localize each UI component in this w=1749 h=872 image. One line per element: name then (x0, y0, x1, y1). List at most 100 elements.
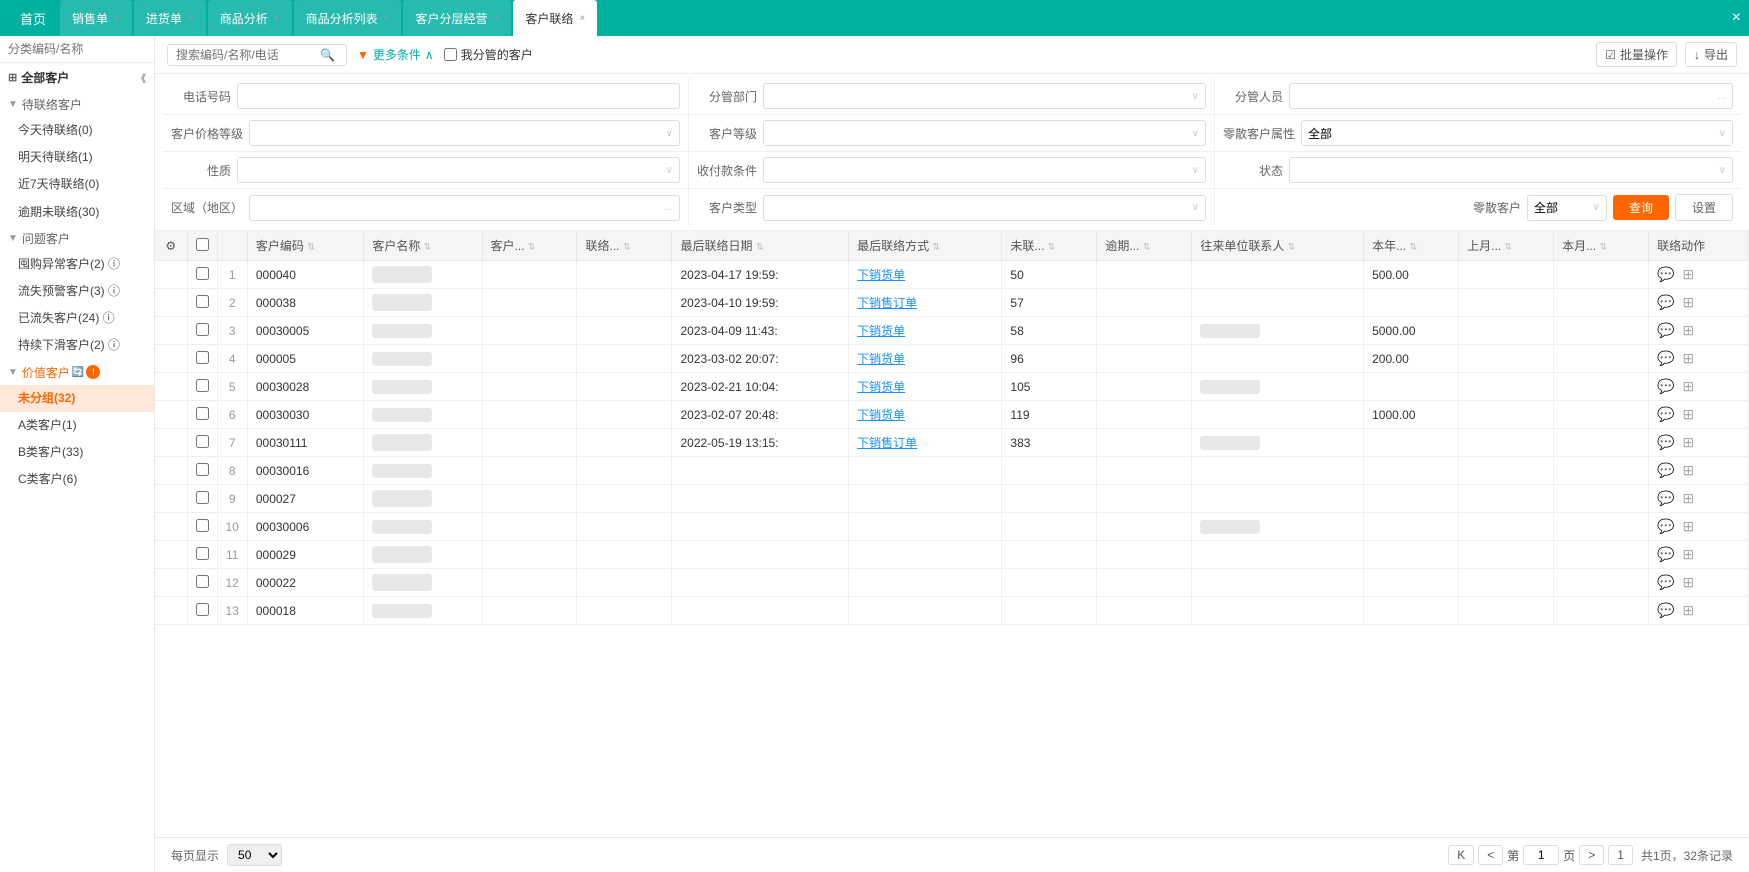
row-checkbox[interactable] (196, 463, 209, 476)
payment-select[interactable]: ∨ (763, 157, 1206, 183)
grid-action-icon[interactable]: ⊞ (1683, 378, 1695, 395)
value-customers-title[interactable]: ▼ 价值客户 🔄 ! (0, 360, 154, 385)
th-this-year[interactable]: 本年... ⇅ (1364, 231, 1459, 261)
th-contact[interactable]: 联络... ⇅ (577, 231, 672, 261)
row-checkbox[interactable] (196, 407, 209, 420)
close-product-analysis-list-icon[interactable]: × (384, 13, 390, 24)
grid-action-icon[interactable]: ⊞ (1683, 462, 1695, 479)
row-checkbox[interactable] (196, 519, 209, 532)
next-page-button[interactable]: > (1579, 845, 1604, 865)
last-method-link[interactable]: 下销货单 (857, 408, 905, 422)
select-all-checkbox[interactable] (196, 238, 209, 251)
sidebar-item-ungrouped[interactable]: 未分组(32) (0, 385, 154, 412)
my-customers-checkbox-container[interactable]: 我分管的客户 (444, 46, 533, 63)
tab-purchase-order[interactable]: 进货单 × (134, 0, 206, 36)
problem-customers-title[interactable]: ▼ 问题客户 (0, 226, 154, 251)
pending-contact-title[interactable]: ▼ 待联络客户 (0, 92, 154, 117)
page-size-select[interactable]: 50 100 200 (227, 844, 282, 866)
message-action-icon[interactable]: 💬 (1657, 490, 1674, 507)
message-action-icon[interactable]: 💬 (1657, 378, 1674, 395)
export-button[interactable]: ↓ 导出 (1685, 42, 1737, 67)
retail-attr-select[interactable]: 全部∨ (1301, 120, 1733, 146)
message-action-icon[interactable]: 💬 (1657, 266, 1674, 283)
filter-search-icon[interactable]: 🔍 (320, 48, 335, 62)
row-checkbox[interactable] (196, 351, 209, 364)
customer-type-select[interactable]: ∨ (763, 195, 1206, 221)
row-checkbox[interactable] (196, 295, 209, 308)
last-method-link[interactable]: 下销货单 (857, 324, 905, 338)
price-grade-select[interactable]: ∨ (249, 120, 680, 146)
th-this-month[interactable]: 本月... ⇅ (1554, 231, 1649, 261)
status-select[interactable]: ∨ (1289, 157, 1733, 183)
message-action-icon[interactable]: 💬 (1657, 546, 1674, 563)
row-checkbox[interactable] (196, 491, 209, 504)
all-customers-header[interactable]: ⊞ 全部客户 《 (0, 63, 154, 92)
th-no-contact[interactable]: 未联... ⇅ (1002, 231, 1097, 261)
row-checkbox[interactable] (196, 323, 209, 336)
message-action-icon[interactable]: 💬 (1657, 574, 1674, 591)
sidebar-item-tomorrow[interactable]: 明天待联络(1) (0, 144, 154, 171)
home-tab[interactable]: 首页 (8, 0, 58, 36)
tab-sales-order[interactable]: 销售单 × (60, 0, 132, 36)
close-all-button[interactable]: × (1732, 9, 1741, 27)
phone-input[interactable] (237, 83, 680, 109)
row-checkbox[interactable] (196, 575, 209, 588)
last-method-link[interactable]: 下销货单 (857, 380, 905, 394)
region-select[interactable]: ... (249, 195, 680, 221)
sidebar-item-declining[interactable]: 持续下滑客户(2) ⓘ (0, 332, 154, 359)
reset-button[interactable]: 设置 (1675, 194, 1733, 221)
retail-customer-select[interactable]: 全部∨ (1527, 195, 1607, 221)
page-number-input[interactable] (1523, 845, 1559, 865)
th-type[interactable]: 客户... ⇅ (482, 231, 577, 261)
row-checkbox[interactable] (196, 603, 209, 616)
message-action-icon[interactable]: 💬 (1657, 602, 1674, 619)
sidebar-search-input[interactable] (8, 42, 155, 56)
close-purchase-order-icon[interactable]: × (188, 13, 194, 24)
more-conditions-button[interactable]: ▼ 更多条件 ∧ (357, 46, 434, 63)
filter-search-input[interactable] (176, 48, 316, 62)
message-action-icon[interactable]: 💬 (1657, 518, 1674, 535)
row-checkbox[interactable] (196, 267, 209, 280)
th-last-month[interactable]: 上月... ⇅ (1459, 231, 1554, 261)
row-checkbox[interactable] (196, 435, 209, 448)
value-customers-refresh-icon[interactable]: 🔄 (72, 367, 84, 378)
th-code[interactable]: 客户编码 ⇅ (247, 231, 363, 261)
last-method-link[interactable]: 下销售订单 (857, 296, 917, 310)
message-action-icon[interactable]: 💬 (1657, 350, 1674, 367)
close-sales-order-icon[interactable]: × (114, 13, 120, 24)
tab-product-analysis-list[interactable]: 商品分析列表 × (294, 0, 402, 36)
tab-product-analysis[interactable]: 商品分析 × (208, 0, 292, 36)
th-last-method[interactable]: 最后联络方式 ⇅ (849, 231, 1002, 261)
last-method-link[interactable]: 下销货单 (857, 352, 905, 366)
sidebar-item-overdue[interactable]: 逾期未联络(30) (0, 199, 154, 226)
grade-select[interactable]: ∨ (763, 120, 1206, 146)
first-page-button[interactable]: K (1448, 845, 1474, 865)
th-unit-contact[interactable]: 往来单位联系人 ⇅ (1192, 231, 1364, 261)
row-checkbox[interactable] (196, 547, 209, 560)
close-customer-contact-icon[interactable]: × (579, 13, 585, 24)
sidebar-item-class-a[interactable]: A类客户(1) (0, 412, 154, 439)
th-name[interactable]: 客户名称 ⇅ (364, 231, 482, 261)
last-page-button[interactable]: 1 (1608, 845, 1633, 865)
grid-action-icon[interactable]: ⊞ (1683, 322, 1695, 339)
manager-select[interactable]: ... (1289, 83, 1733, 109)
message-action-icon[interactable]: 💬 (1657, 406, 1674, 423)
close-product-analysis-icon[interactable]: × (274, 13, 280, 24)
prev-page-button[interactable]: < (1478, 845, 1503, 865)
last-method-link[interactable]: 下销售订单 (857, 436, 917, 450)
th-overdue[interactable]: 逾期... ⇅ (1097, 231, 1192, 261)
dept-select[interactable]: ∨ (763, 83, 1206, 109)
close-customer-tier-icon[interactable]: × (493, 13, 499, 24)
sidebar-item-hoarding[interactable]: 囤购异常客户(2) ⓘ (0, 251, 154, 278)
sidebar-item-class-b[interactable]: B类客户(33) (0, 439, 154, 466)
tab-customer-contact[interactable]: 客户联络 × (513, 0, 597, 36)
message-action-icon[interactable]: 💬 (1657, 462, 1674, 479)
grid-action-icon[interactable]: ⊞ (1683, 434, 1695, 451)
my-customers-checkbox[interactable] (444, 48, 457, 61)
sidebar-item-class-c[interactable]: C类客户(6) (0, 466, 154, 493)
tab-customer-tier[interactable]: 客户分层经营 × (403, 0, 511, 36)
sidebar-item-churned[interactable]: 已流失客户(24) ⓘ (0, 305, 154, 332)
last-method-link[interactable]: 下销货单 (857, 268, 905, 282)
grid-action-icon[interactable]: ⊞ (1683, 546, 1695, 563)
row-checkbox[interactable] (196, 379, 209, 392)
